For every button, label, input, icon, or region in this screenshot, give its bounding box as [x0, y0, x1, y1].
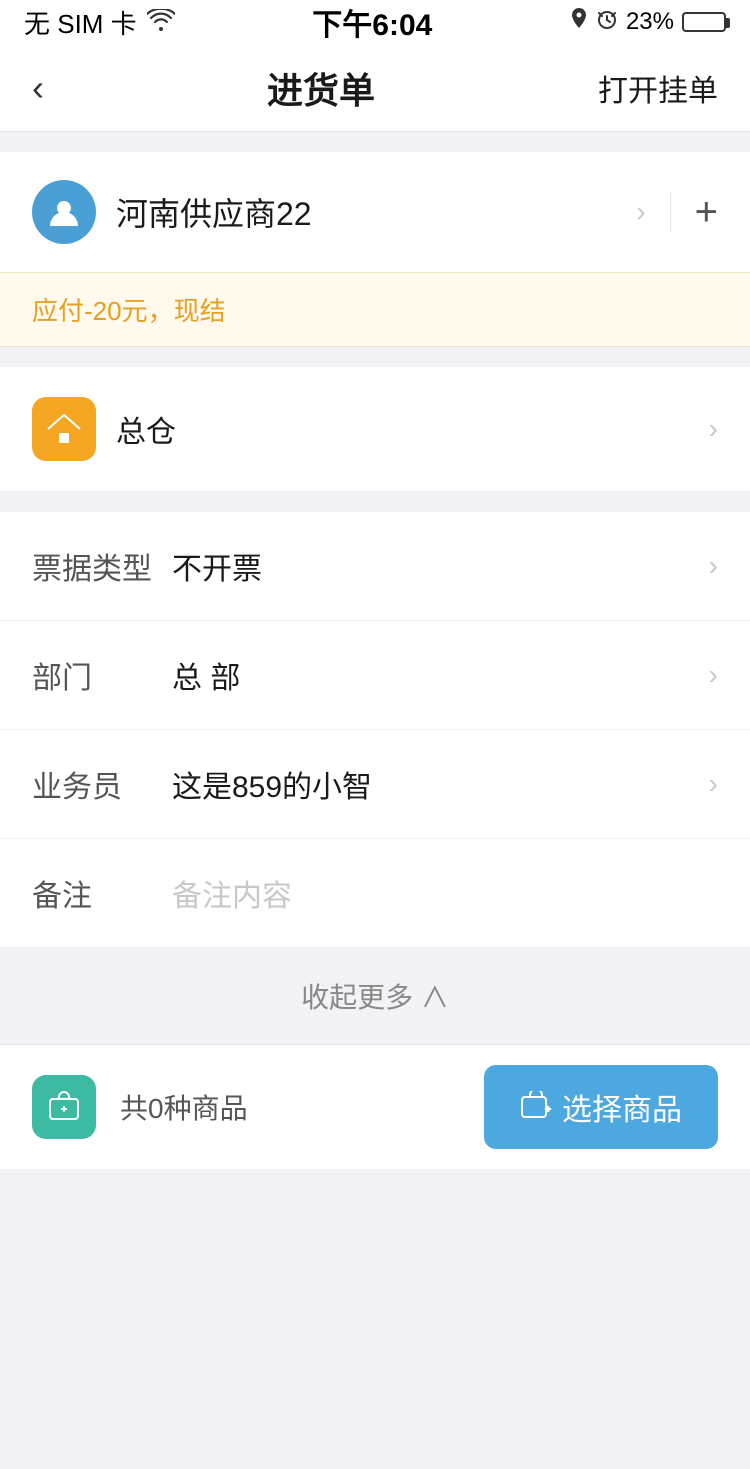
- supplier-avatar: [32, 180, 96, 244]
- department-row[interactable]: 部门 总 部 ›: [0, 621, 750, 730]
- nav-bar: ‹ 进货单 打开挂单: [0, 44, 750, 132]
- add-button[interactable]: +: [695, 190, 718, 235]
- department-chevron-icon: ›: [709, 659, 718, 691]
- back-button[interactable]: ‹: [32, 67, 44, 109]
- department-value: 总 部: [172, 653, 709, 697]
- status-right: 23%: [570, 8, 726, 37]
- select-product-button[interactable]: 选择商品: [484, 1065, 718, 1149]
- salesperson-chevron-icon: ›: [709, 768, 718, 800]
- salesperson-label: 业务员: [32, 762, 172, 806]
- supplier-chevron-icon: ›: [636, 196, 645, 228]
- remark-row[interactable]: 备注 备注内容: [0, 839, 750, 948]
- remark-label: 备注: [32, 871, 172, 915]
- warehouse-label: 总仓: [116, 407, 709, 451]
- alarm-icon: [596, 8, 618, 37]
- location-icon: [570, 8, 588, 37]
- battery-icon: [682, 12, 726, 32]
- invoice-type-value: 不开票: [172, 544, 709, 588]
- warehouse-row[interactable]: 总仓 ›: [0, 367, 750, 492]
- warehouse-icon-wrap: [32, 397, 96, 461]
- collapse-row[interactable]: 收起更多 ∧: [0, 948, 750, 1044]
- top-divider: [0, 132, 750, 152]
- warehouse-chevron-icon: ›: [709, 413, 718, 445]
- wifi-icon: [147, 7, 175, 38]
- product-icon-wrap: [32, 1075, 96, 1139]
- status-left: 无 SIM 卡: [24, 4, 175, 41]
- open-pending-button[interactable]: 打开挂单: [598, 66, 718, 110]
- invoice-type-chevron-icon: ›: [709, 550, 718, 582]
- invoice-type-row[interactable]: 票据类型 不开票 ›: [0, 512, 750, 621]
- product-count-text: 共0种商品: [120, 1087, 460, 1127]
- battery-percentage: 23%: [626, 8, 674, 36]
- divider-2: [0, 492, 750, 512]
- divider-1: [0, 347, 750, 367]
- select-product-label: 选择商品: [562, 1085, 682, 1129]
- notice-banner: 应付-20元，现结: [0, 272, 750, 347]
- form-card: 票据类型 不开票 › 部门 总 部 › 业务员 这是859的小智 › 备注 备注…: [0, 512, 750, 948]
- invoice-type-label: 票据类型: [32, 544, 172, 588]
- supplier-card: 河南供应商22 › + 应付-20元，现结: [0, 152, 750, 347]
- salesperson-row[interactable]: 业务员 这是859的小智 ›: [0, 730, 750, 839]
- status-time: 下午6:04: [312, 0, 432, 44]
- page-title: 进货单: [267, 62, 375, 114]
- empty-content-area: [0, 1169, 750, 1469]
- collapse-label: 收起更多 ∧: [301, 976, 449, 1016]
- carrier-text: 无 SIM 卡: [24, 4, 137, 41]
- status-bar: 无 SIM 卡 下午6:04 23%: [0, 0, 750, 44]
- bottom-bar: 共0种商品 选择商品: [0, 1044, 750, 1169]
- remark-value: 备注内容: [172, 871, 718, 915]
- department-label: 部门: [32, 653, 172, 697]
- supplier-left: 河南供应商22: [32, 180, 636, 244]
- supplier-divider: [670, 192, 671, 232]
- supplier-name: 河南供应商22: [116, 189, 312, 235]
- salesperson-value: 这是859的小智: [172, 762, 709, 806]
- supplier-row[interactable]: 河南供应商22 › +: [0, 152, 750, 272]
